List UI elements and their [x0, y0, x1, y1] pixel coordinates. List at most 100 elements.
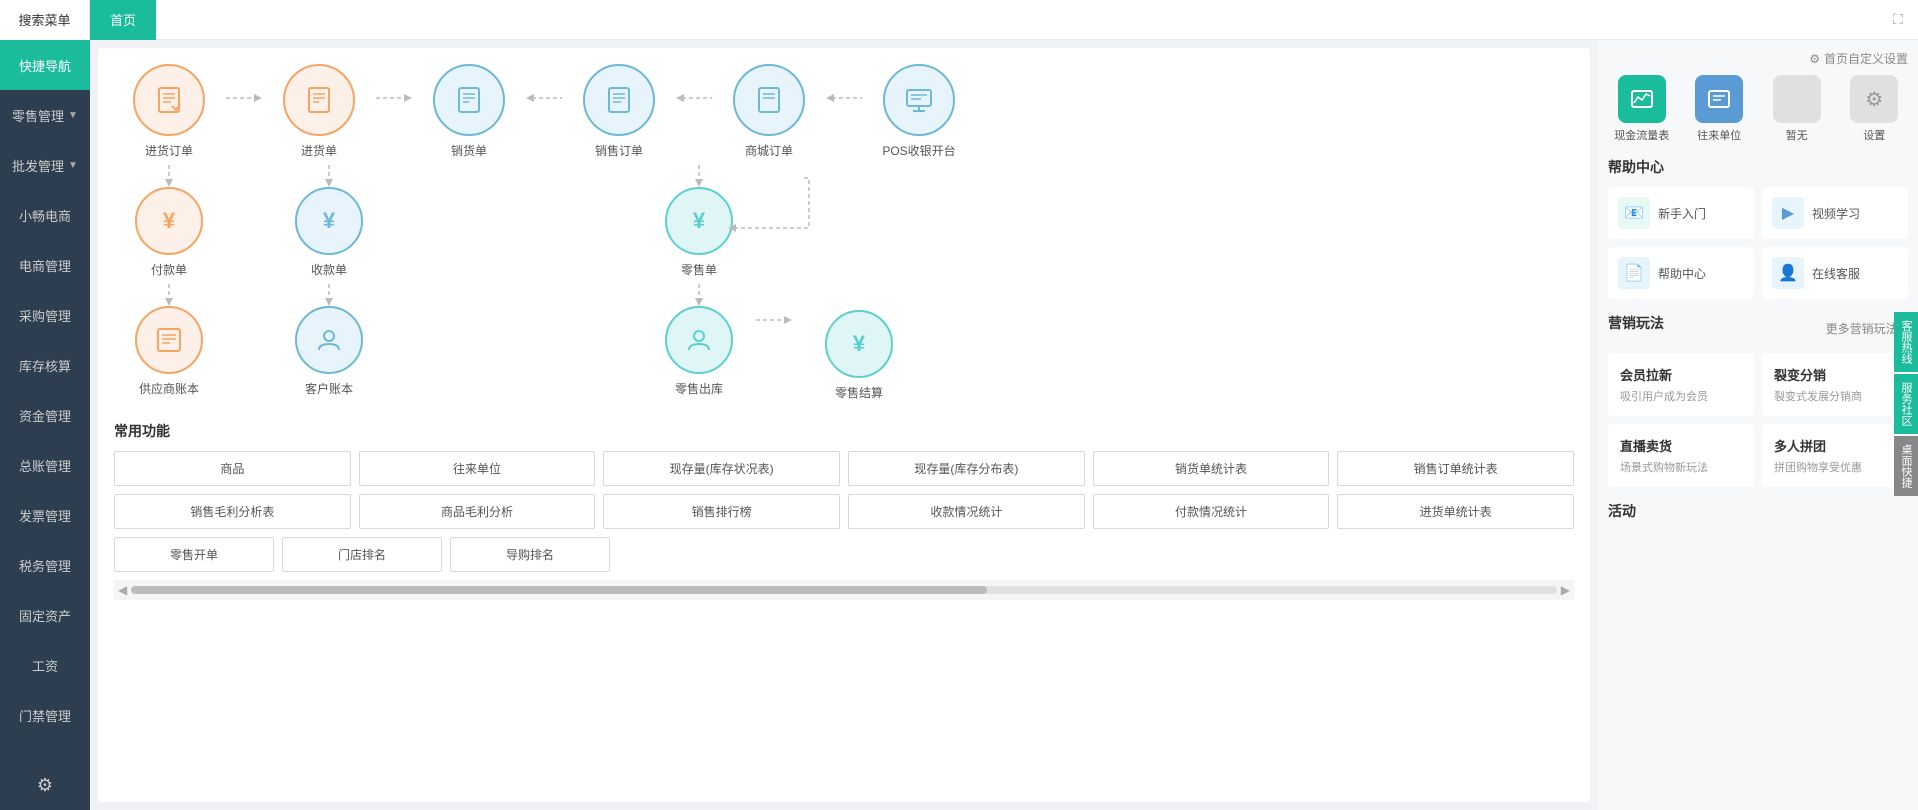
search-menu[interactable]: 搜索菜单: [0, 0, 90, 40]
flowchart-row1: 进货订单 进货单: [114, 64, 1574, 159]
qa-label-empty: 暂无: [1786, 127, 1808, 143]
help-center-title: 帮助中心: [1608, 157, 1908, 177]
sidebar: 快捷导航 零售管理 ▼ 批发管理 ▼ 小畅电商 电商管理 采购管理 库存核算 资: [0, 40, 90, 810]
node-label-pos: POS收银开台: [882, 142, 955, 159]
func-btn-stock1[interactable]: 现存量(库存状况表): [603, 451, 840, 486]
node-label-retail-settle: 零售结算: [835, 384, 883, 401]
sidebar-item-retail[interactable]: 零售管理 ▼: [0, 90, 90, 140]
func-btn-purchase-stat[interactable]: 进货单统计表: [1337, 494, 1574, 529]
help-label-beginner: 新手入门: [1658, 205, 1706, 222]
node-purchase[interactable]: 进货单: [264, 64, 374, 159]
qa-icon-empty: [1773, 75, 1821, 123]
home-tab[interactable]: 首页: [90, 0, 156, 40]
main-layout: 快捷导航 零售管理 ▼ 批发管理 ▼ 小畅电商 电商管理 采购管理 库存核算 资: [0, 40, 1918, 810]
marketing-desc-group: 拼团购物享受优惠: [1774, 459, 1896, 475]
content-area: 进货订单 进货单: [90, 40, 1918, 810]
marketing-item-fission[interactable]: 裂变分销 裂变式发展分销商: [1762, 353, 1908, 416]
func-btn-profit1[interactable]: 销售毛利分析表: [114, 494, 351, 529]
node-customer-account[interactable]: 客户账本: [274, 306, 384, 397]
qa-item-settings[interactable]: ⚙ 设置: [1841, 75, 1909, 143]
node-pos[interactable]: POS收银开台: [864, 64, 974, 159]
scroll-left-button[interactable]: ◀: [118, 583, 127, 597]
func-btn-goods[interactable]: 商品: [114, 451, 351, 486]
sidebar-item-wholesale[interactable]: 批发管理 ▼: [0, 140, 90, 190]
sidebar-item-assets[interactable]: 固定资产: [0, 590, 90, 640]
func-btn-ranking[interactable]: 销售排行榜: [603, 494, 840, 529]
sidebar-item-invoice[interactable]: 发票管理: [0, 490, 90, 540]
pos-bracket: [754, 163, 814, 278]
node-sales[interactable]: 销货单: [414, 64, 524, 159]
arrow-retail-settle: [754, 282, 804, 401]
arrow-left-1: [524, 90, 564, 134]
node-receipt[interactable]: ¥ 收款单: [274, 187, 384, 278]
node-payment[interactable]: ¥ 付款单: [114, 187, 224, 278]
sidebar-bottom: ⚙: [0, 760, 90, 810]
sidebar-item-quicknav[interactable]: 快捷导航: [0, 40, 90, 90]
sidebar-item-xiaochang[interactable]: 小畅电商: [0, 190, 90, 240]
node-label-supplier: 供应商账本: [139, 380, 199, 397]
scroll-bar: ◀ ▶: [114, 580, 1574, 600]
float-btn-desktop[interactable]: 桌面快捷: [1894, 436, 1918, 496]
scroll-right-button[interactable]: ▶: [1561, 583, 1570, 597]
v-arrow-sales: [321, 163, 337, 187]
right-float-buttons: 客服热线 服务社区 桌面快捷: [1894, 312, 1918, 498]
arrow-left-3: [824, 90, 864, 134]
qa-item-contacts[interactable]: 往来单位: [1686, 75, 1754, 143]
func-btn-store-rank[interactable]: 门店排名: [282, 537, 442, 572]
node-supplier-account[interactable]: 供应商账本: [114, 306, 224, 397]
marketing-header: 营销玩法 更多营销玩法 >: [1608, 313, 1908, 343]
customize-settings[interactable]: ⚙ 首页自定义设置: [1608, 50, 1908, 67]
sidebar-item-ledger[interactable]: 总账管理: [0, 440, 90, 490]
sidebar-item-finance[interactable]: 资金管理: [0, 390, 90, 440]
node-purchase-order[interactable]: 进货订单: [114, 64, 224, 159]
node-retail-out[interactable]: 零售出库: [644, 306, 754, 397]
func-btn-receipt-stat[interactable]: 收款情况统计: [848, 494, 1085, 529]
func-btn-contacts[interactable]: 往来单位: [359, 451, 596, 486]
func-btn-retail-order[interactable]: 零售开单: [114, 537, 274, 572]
common-title: 常用功能: [114, 421, 1574, 441]
node-label-purchase: 进货单: [301, 142, 337, 159]
sidebar-item-dooraccess[interactable]: 门禁管理: [0, 690, 90, 740]
marketing-item-member[interactable]: 会员拉新 吸引用户成为会员: [1608, 353, 1754, 416]
marketing-item-group[interactable]: 多人拼团 拼团购物享受优惠: [1762, 424, 1908, 487]
func-btn-guide-rank[interactable]: 导购排名: [450, 537, 610, 572]
sidebar-settings-button[interactable]: ⚙: [0, 760, 90, 810]
sidebar-item-tax[interactable]: 税务管理: [0, 540, 90, 590]
node-mall-order[interactable]: 商城订单: [714, 64, 824, 159]
spacer2: [384, 163, 644, 278]
qa-item-empty[interactable]: 暂无: [1763, 75, 1831, 143]
help-item-help[interactable]: 📄 帮助中心: [1608, 247, 1754, 299]
scroll-track: [131, 586, 1557, 594]
help-item-video[interactable]: ▶ 视频学习: [1762, 187, 1908, 239]
sidebar-item-ecommerce[interactable]: 电商管理: [0, 240, 90, 290]
top-bar: 搜索菜单 首页 ⛶: [0, 0, 1918, 40]
func-btn-order-stat[interactable]: 销售订单统计表: [1337, 451, 1574, 486]
float-btn-service[interactable]: 客服热线: [1894, 312, 1918, 372]
func-btn-sales-stat[interactable]: 销货单统计表: [1093, 451, 1330, 486]
marketing-item-live[interactable]: 直播卖货 场景式购物新玩法: [1608, 424, 1754, 487]
sidebar-item-procurement[interactable]: 采购管理: [0, 290, 90, 340]
flowchart-area: 进货订单 进货单: [114, 64, 1574, 401]
qa-item-cashflow[interactable]: 现金流量表: [1608, 75, 1676, 143]
node-icon-purchase: [283, 64, 355, 136]
func-btn-stock2[interactable]: 现存量(库存分布表): [848, 451, 1085, 486]
scroll-thumb[interactable]: [131, 586, 986, 594]
help-item-beginner[interactable]: 📧 新手入门: [1608, 187, 1754, 239]
arrow-icon: ▼: [68, 160, 78, 171]
node-sales-order[interactable]: 销售订单: [564, 64, 674, 159]
float-btn-community[interactable]: 服务社区: [1894, 374, 1918, 434]
main-panel: 进货订单 进货单: [98, 48, 1590, 802]
sidebar-item-inventory[interactable]: 库存核算: [0, 340, 90, 390]
node-retail-settle[interactable]: ¥ 零售结算: [804, 310, 914, 401]
help-item-service[interactable]: 👤 在线客服: [1762, 247, 1908, 299]
func-btn-payment-stat[interactable]: 付款情况统计: [1093, 494, 1330, 529]
qa-icon-settings: ⚙: [1850, 75, 1898, 123]
fullscreen-button[interactable]: ⛶: [1888, 10, 1908, 30]
activity-section: 活动: [1608, 501, 1908, 521]
node-icon-payment: ¥: [135, 187, 203, 255]
func-btn-profit2[interactable]: 商品毛利分析: [359, 494, 596, 529]
node-icon-sales-order: [583, 64, 655, 136]
func-grid-row2: 销售毛利分析表 商品毛利分析 销售排行榜 收款情况统计 付款情况统计 进货单统计…: [114, 494, 1574, 529]
sidebar-item-salary[interactable]: 工资: [0, 640, 90, 690]
right-panel: ⚙ 首页自定义设置 现金流量表 往来单位: [1598, 40, 1918, 810]
